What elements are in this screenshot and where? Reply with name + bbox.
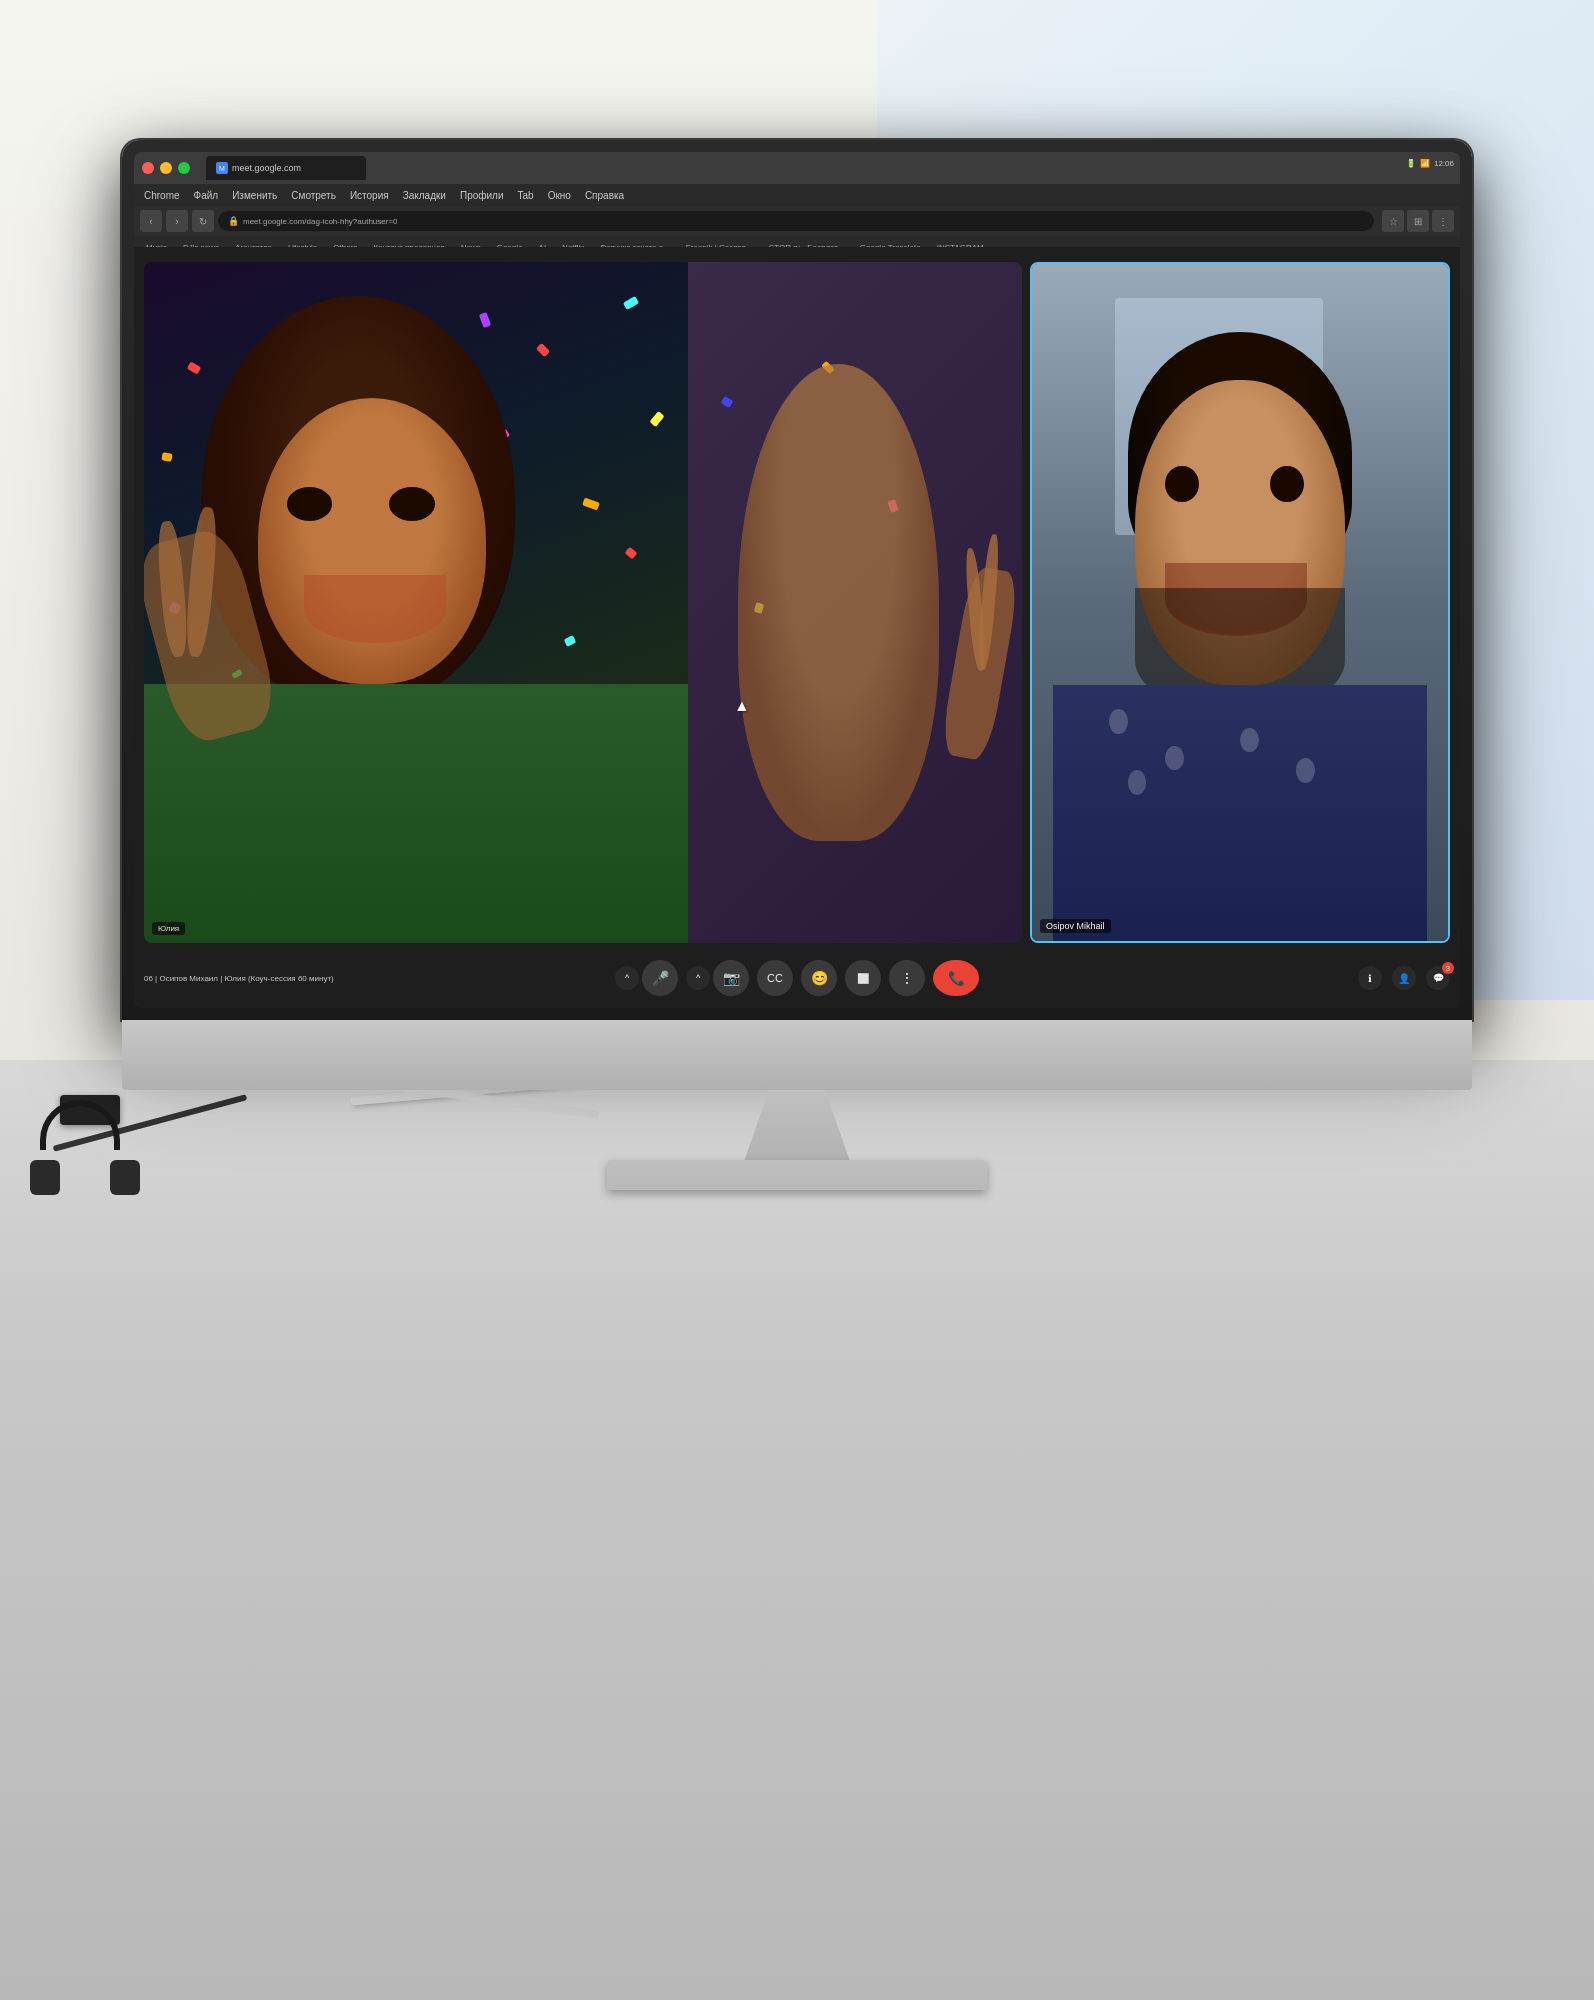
- battery-icon: 🔋: [1406, 159, 1416, 168]
- browser-top-bar: M meet.google.com 🔋 📶 12:06: [134, 152, 1460, 184]
- address-bar-row: ‹ › ↻ 🔒 meet.google.com/dag-icoh-hhy?aut…: [134, 206, 1460, 236]
- bookmark-star[interactable]: ☆: [1382, 210, 1404, 232]
- menu-view[interactable]: Смотреть: [291, 190, 336, 201]
- meet-right-icons: ℹ 👤 💬 3: [1358, 966, 1450, 990]
- menu-dots[interactable]: ⋮: [1432, 210, 1454, 232]
- tab-favicon: M: [216, 162, 228, 174]
- menu-help[interactable]: Справка: [585, 190, 624, 201]
- name-label-right: Osipov Mikhail: [1040, 919, 1111, 933]
- participants-button[interactable]: 👤: [1392, 966, 1416, 990]
- tab-label: meet.google.com: [232, 163, 301, 173]
- name-label-left: Юлия: [152, 922, 185, 935]
- video-tile-right: Osipov Mikhail: [1030, 262, 1450, 943]
- video-split-second: [688, 262, 1022, 943]
- imac-bezel: M meet.google.com 🔋 📶 12:06 Chrome: [122, 140, 1472, 1020]
- system-tray: 🔋 📶 12:06: [1400, 152, 1460, 174]
- clock: 12:06: [1434, 159, 1454, 168]
- participant-count-badge: 3: [1442, 962, 1454, 974]
- info-button[interactable]: ℹ: [1358, 966, 1382, 990]
- browser-tab[interactable]: M meet.google.com: [206, 156, 366, 180]
- menu-chrome[interactable]: Chrome: [144, 190, 180, 201]
- room-background: M meet.google.com 🔋 📶 12:06 Chrome: [0, 0, 1594, 2000]
- emoji-button[interactable]: 😊: [801, 960, 837, 996]
- menu-file[interactable]: Файл: [194, 190, 219, 201]
- meet-session-info: 06 | Осипов Михаил | Юлия (Коуч-сессия 6…: [144, 974, 334, 983]
- menu-profiles[interactable]: Профили: [460, 190, 504, 201]
- imac-screen: M meet.google.com 🔋 📶 12:06 Chrome: [134, 152, 1460, 1008]
- imac-chin: [122, 1020, 1472, 1090]
- more-options-button[interactable]: ⋮: [889, 960, 925, 996]
- browser-chrome: M meet.google.com 🔋 📶 12:06 Chrome: [134, 152, 1460, 247]
- camera-chevron-up[interactable]: ^: [686, 966, 710, 990]
- end-call-button[interactable]: 📞: [933, 960, 979, 996]
- reload-button[interactable]: ↻: [192, 210, 214, 232]
- forward-button[interactable]: ›: [166, 210, 188, 232]
- imac-stand-base: [607, 1160, 987, 1190]
- wifi-icon: 📶: [1420, 159, 1430, 168]
- menu-edit[interactable]: Изменить: [232, 190, 277, 201]
- chat-button[interactable]: 💬 3: [1426, 966, 1450, 990]
- browser-menu-bar: Chrome Файл Изменить Смотреть История За…: [134, 184, 1460, 206]
- url-text: meet.google.com/dag-icoh-hhy?authuser=0: [243, 217, 398, 226]
- back-button[interactable]: ‹: [140, 210, 162, 232]
- traffic-light-close[interactable]: [142, 162, 154, 174]
- meet-controls-bar: 06 | Осипов Михаил | Юлия (Коуч-сессия 6…: [134, 948, 1460, 1008]
- menu-bookmarks[interactable]: Закладки: [403, 190, 446, 201]
- menu-window[interactable]: Окно: [548, 190, 571, 201]
- extensions-icon[interactable]: ⊞: [1407, 210, 1429, 232]
- session-label: 06 | Осипов Михаил | Юлия (Коуч-сессия 6…: [144, 974, 334, 983]
- menu-history[interactable]: История: [350, 190, 389, 201]
- address-input[interactable]: 🔒 meet.google.com/dag-icoh-hhy?authuser=…: [218, 211, 1374, 231]
- traffic-light-minimize[interactable]: [160, 162, 172, 174]
- mic-chevron-up[interactable]: ^: [615, 966, 639, 990]
- present-button[interactable]: ⬜: [845, 960, 881, 996]
- meet-content: Юлия: [134, 247, 1460, 1008]
- imac: M meet.google.com 🔋 📶 12:06 Chrome: [122, 140, 1472, 1240]
- video-tile-left: Юлия: [144, 262, 1022, 943]
- mic-button[interactable]: 🎤: [642, 960, 678, 996]
- mic-controls: ^ 🎤: [615, 960, 678, 996]
- video-grid: Юлия: [144, 262, 1450, 943]
- traffic-light-expand[interactable]: [178, 162, 190, 174]
- camera-controls: ^ 📷: [686, 960, 749, 996]
- imac-stand-neck: [727, 1090, 867, 1170]
- camera-button[interactable]: 📷: [713, 960, 749, 996]
- menu-tab[interactable]: Tab: [518, 190, 534, 201]
- captions-button[interactable]: CC: [757, 960, 793, 996]
